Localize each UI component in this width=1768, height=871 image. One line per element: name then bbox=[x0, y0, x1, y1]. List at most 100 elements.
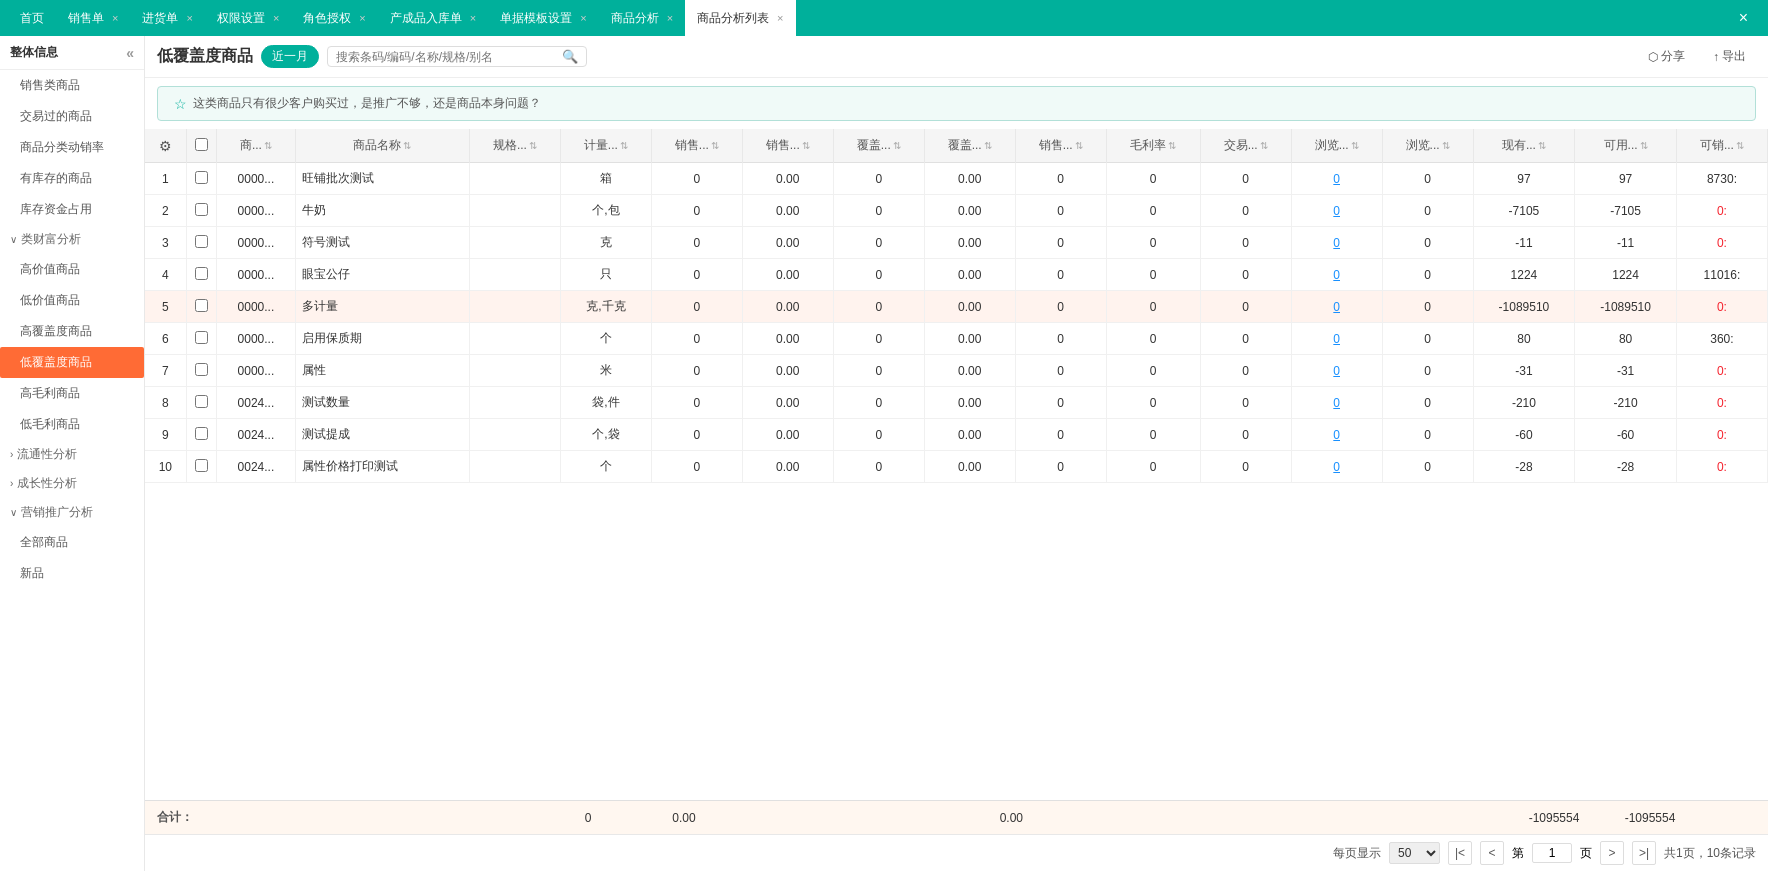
row-checkbox[interactable] bbox=[195, 299, 208, 312]
nav-permission[interactable]: 权限设置 × bbox=[205, 0, 291, 36]
sort-icon-unit[interactable]: ⇅ bbox=[620, 140, 628, 151]
table-row: 40000...眼宝公仔只00.0000.0000000122412241101… bbox=[145, 259, 1768, 291]
sidebar-group-growth[interactable]: › 成长性分析 bbox=[0, 469, 144, 498]
sidebar-item-low-value[interactable]: 低价值商品 bbox=[0, 285, 144, 316]
sidebar-header: 整体信息 « bbox=[0, 36, 144, 70]
sort-icon-current[interactable]: ⇅ bbox=[1538, 140, 1546, 151]
nav-purchase-close[interactable]: × bbox=[186, 0, 192, 36]
page-number-input[interactable] bbox=[1532, 843, 1572, 863]
sort-icon-browse2[interactable]: ⇅ bbox=[1442, 140, 1450, 151]
first-page-button[interactable]: |< bbox=[1448, 841, 1472, 865]
nav-template[interactable]: 单据模板设置 × bbox=[488, 0, 598, 36]
sidebar-group-wealth[interactable]: ∨ 类财富分析 bbox=[0, 225, 144, 254]
sort-icon-saleable[interactable]: ⇅ bbox=[1736, 140, 1744, 151]
row-checkbox[interactable] bbox=[195, 235, 208, 248]
col-gear[interactable]: ⚙ bbox=[145, 129, 186, 163]
table-header-row: ⚙ 商...⇅ 商品名称⇅ 规格...⇅ 计量...⇅ 销售...⇅ 销售...… bbox=[145, 129, 1768, 163]
footer-totals: 合计： 0 0.00 0.00 -1095554 -1095554 bbox=[145, 800, 1768, 834]
nav-home[interactable]: 首页 bbox=[8, 0, 56, 36]
nav-analysis-list-close[interactable]: × bbox=[777, 0, 783, 36]
sort-icon-sales1[interactable]: ⇅ bbox=[711, 140, 719, 151]
export-icon: ↑ bbox=[1713, 50, 1719, 64]
col-trade: 交易...⇅ bbox=[1200, 129, 1291, 163]
col-sales3: 销售...⇅ bbox=[1015, 129, 1106, 163]
search-input[interactable] bbox=[336, 50, 562, 64]
row-checkbox[interactable] bbox=[195, 267, 208, 280]
sort-icon-cover1[interactable]: ⇅ bbox=[893, 140, 901, 151]
sort-icon-trade[interactable]: ⇅ bbox=[1260, 140, 1268, 151]
col-sales1: 销售...⇅ bbox=[651, 129, 742, 163]
last-page-button[interactable]: >| bbox=[1632, 841, 1656, 865]
nav-role-close[interactable]: × bbox=[359, 0, 365, 36]
sort-icon-sales2[interactable]: ⇅ bbox=[802, 140, 810, 151]
row-checkbox[interactable] bbox=[195, 331, 208, 344]
sidebar-item-in-stock[interactable]: 有库存的商品 bbox=[0, 163, 144, 194]
sort-icon-margin[interactable]: ⇅ bbox=[1168, 140, 1176, 151]
search-icon: 🔍 bbox=[562, 49, 578, 64]
nav-role[interactable]: 角色授权 × bbox=[291, 0, 377, 36]
row-checkbox[interactable] bbox=[195, 459, 208, 472]
export-button[interactable]: ↑ 导出 bbox=[1703, 44, 1756, 69]
top-navigation: 首页 销售单 × 进货单 × 权限设置 × 角色授权 × 产成品入库单 × 单据… bbox=[0, 0, 1768, 36]
col-unit: 计量...⇅ bbox=[560, 129, 651, 163]
footer-cover2-total: 0.00 bbox=[971, 811, 1051, 825]
nav-sales[interactable]: 销售单 × bbox=[56, 0, 130, 36]
footer-current-total: -1095554 bbox=[1514, 811, 1594, 825]
footer-label: 合计： bbox=[157, 809, 193, 826]
col-current: 现有...⇅ bbox=[1473, 129, 1575, 163]
sidebar-item-traded-goods[interactable]: 交易过的商品 bbox=[0, 101, 144, 132]
col-sales2: 销售...⇅ bbox=[742, 129, 833, 163]
sidebar-group-liquidity[interactable]: › 流通性分析 bbox=[0, 440, 144, 469]
sort-icon-available[interactable]: ⇅ bbox=[1640, 140, 1648, 151]
info-icon: ☆ bbox=[174, 96, 187, 112]
data-table: ⚙ 商...⇅ 商品名称⇅ 规格...⇅ 计量...⇅ 销售...⇅ 销售...… bbox=[145, 129, 1768, 483]
prev-page-button[interactable]: < bbox=[1480, 841, 1504, 865]
row-checkbox[interactable] bbox=[195, 171, 208, 184]
page-label2: 页 bbox=[1580, 845, 1592, 862]
row-checkbox[interactable] bbox=[195, 427, 208, 440]
sort-icon-name[interactable]: ⇅ bbox=[403, 140, 411, 151]
col-browse1: 浏览...⇅ bbox=[1291, 129, 1382, 163]
sidebar-item-new-goods[interactable]: 新品 bbox=[0, 558, 144, 589]
sidebar-item-sales-goods[interactable]: 销售类商品 bbox=[0, 70, 144, 101]
sort-icon-code[interactable]: ⇅ bbox=[264, 140, 272, 151]
sort-icon-spec[interactable]: ⇅ bbox=[529, 140, 537, 151]
pagination-bar: 每页显示 50 100 200 |< < 第 页 > >| 共1页，10条记录 bbox=[145, 834, 1768, 871]
sidebar-item-low-coverage[interactable]: 低覆盖度商品 bbox=[0, 347, 144, 378]
share-button[interactable]: ⬡ 分享 bbox=[1638, 44, 1695, 69]
sidebar-group-marketing[interactable]: ∨ 营销推广分析 bbox=[0, 498, 144, 527]
sidebar-item-high-value[interactable]: 高价值商品 bbox=[0, 254, 144, 285]
sidebar-item-category-rate[interactable]: 商品分类动销率 bbox=[0, 132, 144, 163]
table-row: 60000...启用保质期个00.0000.00000008080360: bbox=[145, 323, 1768, 355]
nav-permission-close[interactable]: × bbox=[273, 0, 279, 36]
row-checkbox[interactable] bbox=[195, 203, 208, 216]
nav-production-close[interactable]: × bbox=[470, 0, 476, 36]
next-page-button[interactable]: > bbox=[1600, 841, 1624, 865]
sidebar-item-low-margin[interactable]: 低毛利商品 bbox=[0, 409, 144, 440]
filter-recent-month-button[interactable]: 近一月 bbox=[261, 45, 319, 68]
sidebar-collapse-button[interactable]: « bbox=[126, 45, 134, 61]
row-checkbox[interactable] bbox=[195, 395, 208, 408]
select-all-checkbox[interactable] bbox=[195, 138, 208, 151]
nav-analysis-list[interactable]: 商品分析列表 × bbox=[685, 0, 795, 36]
nav-sales-close[interactable]: × bbox=[112, 0, 118, 36]
row-checkbox[interactable] bbox=[195, 363, 208, 376]
sidebar-item-high-margin[interactable]: 高毛利商品 bbox=[0, 378, 144, 409]
nav-production[interactable]: 产成品入库单 × bbox=[378, 0, 488, 36]
window-close-button[interactable]: × bbox=[1727, 9, 1760, 27]
col-browse2: 浏览...⇅ bbox=[1382, 129, 1473, 163]
nav-purchase[interactable]: 进货单 × bbox=[130, 0, 204, 36]
sort-icon-cover2[interactable]: ⇅ bbox=[984, 140, 992, 151]
sidebar-item-high-coverage[interactable]: 高覆盖度商品 bbox=[0, 316, 144, 347]
sort-icon-browse1[interactable]: ⇅ bbox=[1351, 140, 1359, 151]
info-banner: ☆ 这类商品只有很少客户购买过，是推广不够，还是商品本身问题？ bbox=[157, 86, 1756, 121]
page-size-select[interactable]: 50 100 200 bbox=[1389, 842, 1440, 864]
col-checkbox[interactable] bbox=[186, 129, 216, 163]
sidebar-item-stock-capital[interactable]: 库存资金占用 bbox=[0, 194, 144, 225]
sidebar: 整体信息 « 销售类商品 交易过的商品 商品分类动销率 有库存的商品 库存资金占… bbox=[0, 36, 145, 871]
sidebar-item-all-goods[interactable]: 全部商品 bbox=[0, 527, 144, 558]
nav-analysis-close[interactable]: × bbox=[667, 0, 673, 36]
sort-icon-sales3[interactable]: ⇅ bbox=[1075, 140, 1083, 151]
nav-analysis[interactable]: 商品分析 × bbox=[599, 0, 685, 36]
nav-template-close[interactable]: × bbox=[580, 0, 586, 36]
